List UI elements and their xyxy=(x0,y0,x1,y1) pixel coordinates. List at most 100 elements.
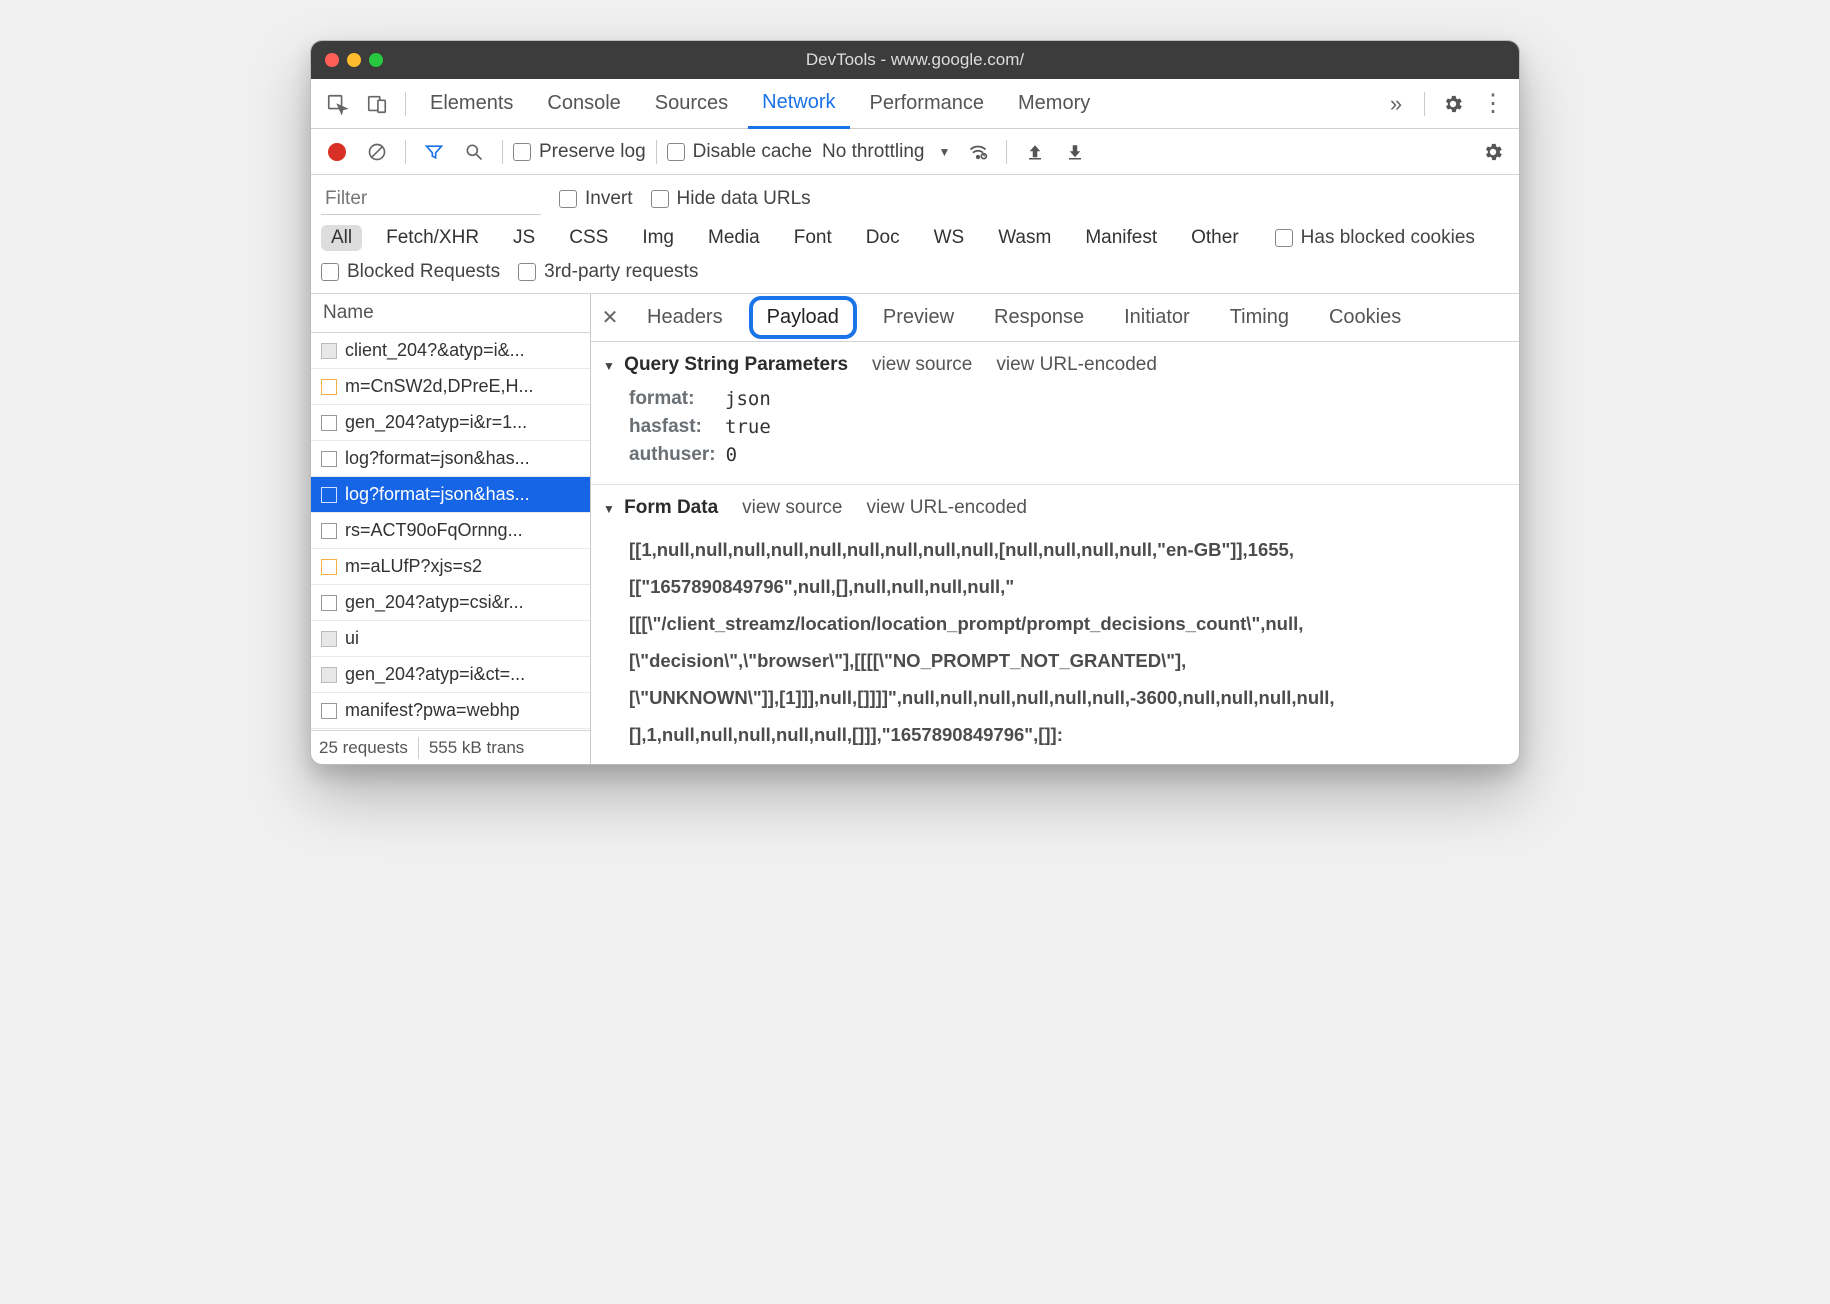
view-url-encoded-link[interactable]: view URL-encoded xyxy=(996,354,1157,376)
type-filter-manifest[interactable]: Manifest xyxy=(1075,225,1167,251)
chevron-down-icon: ▼ xyxy=(938,145,950,159)
request-name: log?format=json&has... xyxy=(345,448,530,469)
view-source-link[interactable]: view source xyxy=(742,497,842,519)
main-tab-network[interactable]: Network xyxy=(748,79,849,129)
query-params-section: ▼ Query String Parameters view source vi… xyxy=(591,342,1519,485)
type-filter-js[interactable]: JS xyxy=(503,225,545,251)
detail-tab-initiator[interactable]: Initiator xyxy=(1110,300,1204,335)
status-requests: 25 requests xyxy=(319,738,408,758)
type-filter-all[interactable]: All xyxy=(321,225,362,251)
request-row[interactable]: log?format=json&has... xyxy=(311,441,590,477)
checkbox-icon xyxy=(1275,229,1293,247)
type-filter-css[interactable]: CSS xyxy=(559,225,618,251)
has-blocked-cookies-toggle[interactable]: Has blocked cookies xyxy=(1275,227,1475,249)
form-data-line: [[[\"/client_streamz/location/location_p… xyxy=(629,605,1507,642)
upload-har-icon[interactable] xyxy=(1017,134,1053,170)
query-param-row: format:json xyxy=(629,388,1507,410)
type-filter-fetch-xhr[interactable]: Fetch/XHR xyxy=(376,225,489,251)
view-source-link[interactable]: view source xyxy=(872,354,972,376)
search-icon[interactable] xyxy=(456,134,492,170)
type-filter-font[interactable]: Font xyxy=(784,225,842,251)
disable-cache-toggle[interactable]: Disable cache xyxy=(667,141,812,163)
query-param-key: format: xyxy=(629,388,715,410)
disclosure-triangle-icon[interactable]: ▼ xyxy=(603,359,615,373)
checkbox-icon xyxy=(559,190,577,208)
detail-tab-preview[interactable]: Preview xyxy=(869,300,968,335)
download-har-icon[interactable] xyxy=(1057,134,1093,170)
preserve-log-toggle[interactable]: Preserve log xyxy=(513,141,646,163)
preserve-log-label: Preserve log xyxy=(539,141,646,163)
network-settings-gear-icon[interactable] xyxy=(1475,134,1511,170)
filter-funnel-icon[interactable] xyxy=(416,134,452,170)
throttling-select[interactable]: No throttling ▼ xyxy=(816,141,956,163)
device-toggle-icon[interactable] xyxy=(359,86,395,122)
disclosure-triangle-icon[interactable]: ▼ xyxy=(603,502,615,516)
request-type-icon xyxy=(321,415,337,431)
type-filter-img[interactable]: Img xyxy=(632,225,684,251)
request-name: gen_204?atyp=i&ct=... xyxy=(345,664,525,685)
detail-tabs: ✕ Headers Payload Preview Response Initiator… xyxy=(591,294,1519,342)
request-row[interactable]: gen_204?atyp=i&ct=... xyxy=(311,657,590,693)
detail-tab-cookies[interactable]: Cookies xyxy=(1315,300,1415,335)
request-row[interactable]: m=CnSW2d,DPreE,H... xyxy=(311,369,590,405)
inspect-element-icon[interactable] xyxy=(319,86,355,122)
detail-tab-response[interactable]: Response xyxy=(980,300,1098,335)
request-name: gen_204?atyp=csi&r... xyxy=(345,592,524,613)
window-maximize-button[interactable] xyxy=(369,53,383,67)
divider xyxy=(418,737,419,759)
detail-tab-headers[interactable]: Headers xyxy=(633,300,737,335)
main-tab-performance[interactable]: Performance xyxy=(856,79,999,129)
request-name: log?format=json&has... xyxy=(345,484,530,505)
main-tab-console[interactable]: Console xyxy=(533,79,634,129)
main-tab-elements[interactable]: Elements xyxy=(416,79,527,129)
request-list-header[interactable]: Name xyxy=(311,294,590,333)
request-row[interactable]: gen_204?atyp=csi&r... xyxy=(311,585,590,621)
record-button[interactable] xyxy=(319,134,355,170)
overflow-tabs-icon[interactable]: » xyxy=(1378,86,1414,122)
divider xyxy=(1006,140,1007,164)
request-row[interactable]: client_204?&atyp=i&... xyxy=(311,333,590,369)
divider xyxy=(405,92,406,116)
blocked-requests-toggle[interactable]: Blocked Requests xyxy=(321,261,500,283)
request-row[interactable]: manifest?pwa=webhp xyxy=(311,693,590,729)
request-type-icon xyxy=(321,631,337,647)
network-conditions-icon[interactable] xyxy=(960,134,996,170)
request-name: gen_204?atyp=i&r=1... xyxy=(345,412,527,433)
request-row[interactable]: rs=ACT90oFqOrnng... xyxy=(311,513,590,549)
status-bar: 25 requests 555 kB trans xyxy=(311,730,590,764)
filter-input[interactable] xyxy=(321,183,541,215)
type-filter-doc[interactable]: Doc xyxy=(856,225,910,251)
detail-tab-payload[interactable]: Payload xyxy=(749,296,857,339)
divider xyxy=(656,140,657,164)
request-list: Name client_204?&atyp=i&...m=CnSW2d,DPre… xyxy=(311,294,591,764)
filters-block: Invert Hide data URLs All Fetch/XHR JS CSS I… xyxy=(311,175,1519,294)
view-url-encoded-link[interactable]: view URL-encoded xyxy=(866,497,1027,519)
settings-gear-icon[interactable] xyxy=(1435,86,1471,122)
type-filter-ws[interactable]: WS xyxy=(924,225,975,251)
window-close-button[interactable] xyxy=(325,53,339,67)
traffic-lights xyxy=(311,53,383,67)
request-row[interactable]: ui xyxy=(311,621,590,657)
request-row[interactable]: log?format=json&has... xyxy=(311,477,590,513)
type-filter-wasm[interactable]: Wasm xyxy=(988,225,1061,251)
window-title: DevTools - www.google.com/ xyxy=(311,50,1519,70)
checkbox-icon xyxy=(513,143,531,161)
hide-data-urls-label: Hide data URLs xyxy=(677,188,811,210)
request-row[interactable]: m=aLUfP?xjs=s2 xyxy=(311,549,590,585)
clear-icon[interactable] xyxy=(359,134,395,170)
kebab-menu-icon[interactable]: ⋮ xyxy=(1475,86,1511,122)
hide-data-urls-toggle[interactable]: Hide data URLs xyxy=(651,188,811,210)
request-name: m=aLUfP?xjs=s2 xyxy=(345,556,482,577)
type-filter-media[interactable]: Media xyxy=(698,225,770,251)
window-minimize-button[interactable] xyxy=(347,53,361,67)
type-filter-other[interactable]: Other xyxy=(1181,225,1249,251)
invert-toggle[interactable]: Invert xyxy=(559,188,633,210)
third-party-toggle[interactable]: 3rd-party requests xyxy=(518,261,698,283)
main-tab-sources[interactable]: Sources xyxy=(641,79,742,129)
request-row[interactable]: gen_204?atyp=i&r=1... xyxy=(311,405,590,441)
detail-tab-timing[interactable]: Timing xyxy=(1216,300,1303,335)
close-detail-icon[interactable]: ✕ xyxy=(595,305,625,330)
main-tab-memory[interactable]: Memory xyxy=(1004,79,1104,129)
request-type-icon xyxy=(321,379,337,395)
request-type-icon xyxy=(321,487,337,503)
